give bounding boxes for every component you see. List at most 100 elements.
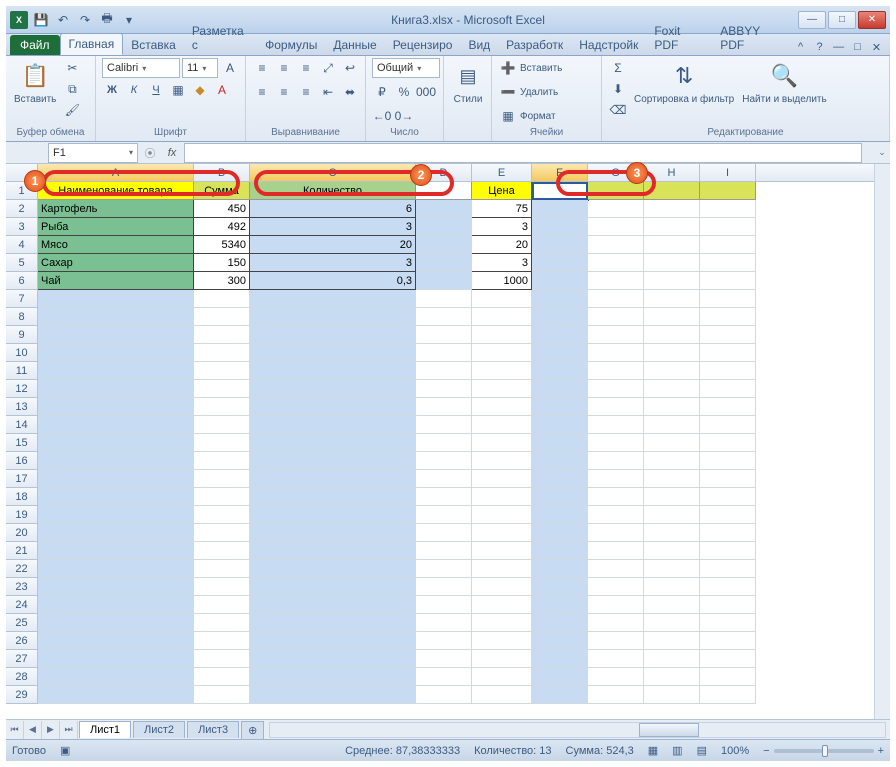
cell[interactable] [472, 416, 532, 434]
cell[interactable] [250, 362, 416, 380]
zoom-out-icon[interactable]: − [763, 745, 769, 757]
align-top-icon[interactable]: ≡ [252, 58, 272, 78]
row-header[interactable]: 16 [6, 452, 38, 470]
cell[interactable] [416, 542, 472, 560]
cell[interactable] [416, 416, 472, 434]
cell[interactable] [532, 614, 588, 632]
cell[interactable] [416, 290, 472, 308]
font-name-select[interactable]: Calibri▾ [102, 58, 180, 78]
styles-button[interactable]: ▤Стили [450, 58, 486, 107]
cell[interactable] [700, 182, 756, 200]
cell[interactable] [700, 452, 756, 470]
cell[interactable] [644, 200, 700, 218]
cell[interactable] [700, 380, 756, 398]
cell[interactable] [700, 578, 756, 596]
cell[interactable] [700, 470, 756, 488]
cell[interactable] [194, 308, 250, 326]
cell[interactable] [532, 506, 588, 524]
cell[interactable] [700, 614, 756, 632]
cell[interactable] [416, 632, 472, 650]
row-header[interactable]: 28 [6, 668, 38, 686]
sheet-tab-1[interactable]: Лист1 [79, 721, 131, 738]
cell[interactable] [416, 200, 472, 218]
tab-home[interactable]: Главная [60, 33, 124, 55]
cell[interactable] [644, 614, 700, 632]
cell[interactable] [532, 596, 588, 614]
format-cells-icon[interactable]: ▦ [498, 106, 518, 126]
cell[interactable] [472, 470, 532, 488]
paste-button[interactable]: 📋Вставить [12, 58, 58, 107]
cell[interactable] [38, 524, 194, 542]
row-header[interactable]: 29 [6, 686, 38, 704]
fx-dropdown-icon[interactable]: ⦿ [140, 143, 160, 163]
align-right-icon[interactable]: ≡ [296, 82, 316, 102]
cell[interactable] [644, 290, 700, 308]
cell[interactable] [250, 632, 416, 650]
cell[interactable]: Картофель [38, 200, 194, 218]
tab-foxit[interactable]: Foxit PDF [646, 21, 712, 55]
cell[interactable]: 3 [250, 218, 416, 236]
cell[interactable] [194, 506, 250, 524]
cell[interactable] [588, 254, 644, 272]
merge-cells-icon[interactable]: ⬌ [340, 82, 360, 102]
row-header[interactable]: 10 [6, 344, 38, 362]
cell[interactable] [700, 560, 756, 578]
cell[interactable] [38, 434, 194, 452]
cell[interactable] [700, 236, 756, 254]
cell[interactable] [700, 650, 756, 668]
cell[interactable] [644, 686, 700, 704]
cell[interactable] [532, 542, 588, 560]
cell[interactable] [588, 434, 644, 452]
print-preview-icon[interactable]: 🖶 [98, 11, 116, 29]
cell[interactable] [588, 686, 644, 704]
cell[interactable] [194, 578, 250, 596]
cell[interactable] [38, 398, 194, 416]
cell[interactable] [250, 434, 416, 452]
cell[interactable] [644, 362, 700, 380]
cell[interactable] [532, 326, 588, 344]
cell[interactable] [194, 488, 250, 506]
cell[interactable] [588, 596, 644, 614]
row-header[interactable]: 1 [6, 182, 38, 200]
cell[interactable] [250, 506, 416, 524]
cell[interactable]: Сахар [38, 254, 194, 272]
cell[interactable] [416, 614, 472, 632]
cell[interactable] [250, 686, 416, 704]
name-box[interactable]: F1▾ [48, 143, 138, 163]
cell[interactable] [588, 272, 644, 290]
cell[interactable] [644, 398, 700, 416]
insert-cells-icon[interactable]: ➕ [498, 58, 518, 78]
cell[interactable] [416, 596, 472, 614]
cell[interactable] [38, 380, 194, 398]
tab-data[interactable]: Данные [325, 35, 384, 55]
cell[interactable] [416, 524, 472, 542]
insert-cells-label[interactable]: Вставить [520, 63, 562, 74]
cell[interactable] [644, 488, 700, 506]
cell[interactable]: 492 [194, 218, 250, 236]
cell[interactable] [588, 506, 644, 524]
tab-addins[interactable]: Надстройк [571, 35, 646, 55]
cell[interactable]: 5340 [194, 236, 250, 254]
cell[interactable] [700, 668, 756, 686]
cell[interactable] [416, 254, 472, 272]
cell[interactable] [38, 578, 194, 596]
cell[interactable] [250, 290, 416, 308]
zoom-level[interactable]: 100% [721, 745, 749, 757]
wrap-text-icon[interactable]: ↩ [340, 58, 360, 78]
undo-icon[interactable]: ↶ [54, 11, 72, 29]
cell[interactable] [38, 416, 194, 434]
cell[interactable] [700, 596, 756, 614]
row-header[interactable]: 24 [6, 596, 38, 614]
cell[interactable] [472, 614, 532, 632]
cell[interactable] [588, 398, 644, 416]
cell[interactable] [250, 344, 416, 362]
clear-icon[interactable]: ⌫ [608, 100, 628, 120]
row-header[interactable]: 17 [6, 470, 38, 488]
vertical-scrollbar[interactable] [874, 164, 890, 719]
cell[interactable] [700, 434, 756, 452]
cell[interactable] [700, 254, 756, 272]
cell[interactable] [416, 488, 472, 506]
cell[interactable]: Количество [250, 182, 416, 200]
cell[interactable] [644, 506, 700, 524]
cell[interactable] [588, 488, 644, 506]
